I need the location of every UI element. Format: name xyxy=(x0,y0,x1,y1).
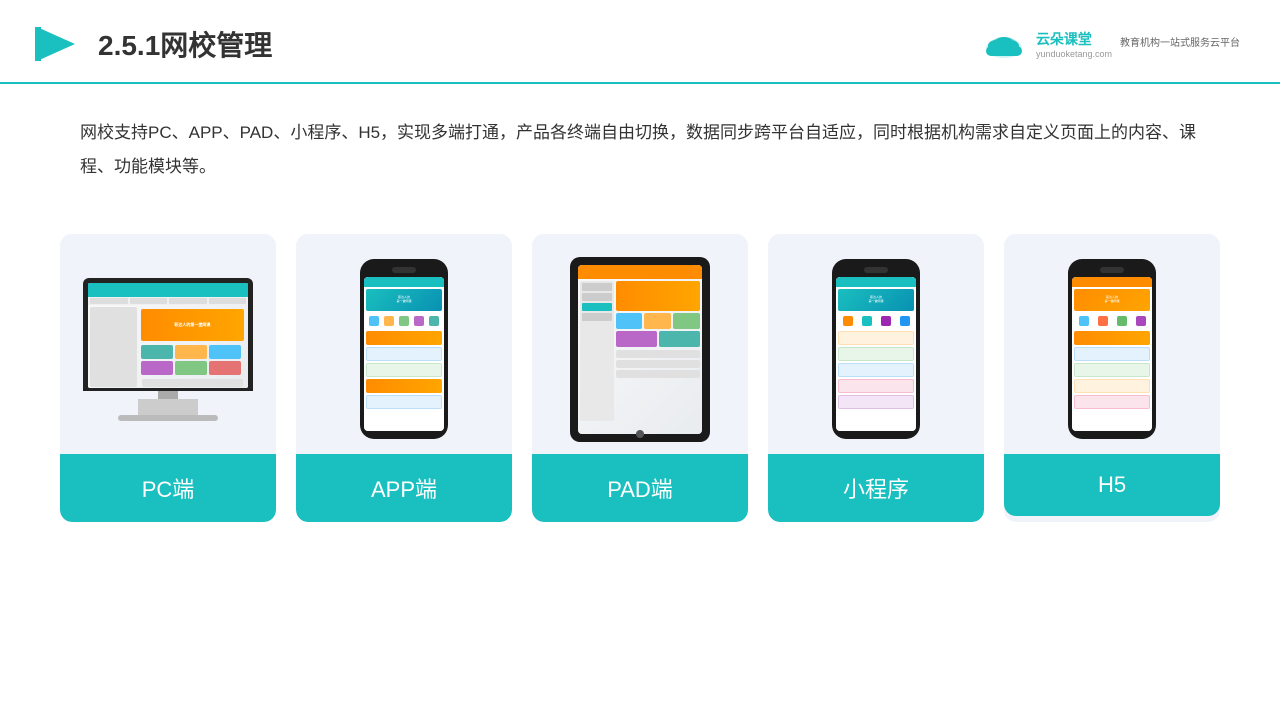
card-h5-image: 职达人的第一堂网课 xyxy=(1004,234,1220,454)
description-text: 网校支持PC、APP、PAD、小程序、H5，实现多端打通，产品各终端自由切换，数… xyxy=(0,84,1280,204)
card-pc-label: PC端 xyxy=(60,454,276,522)
card-miniprogram: 职达人的第一堂网课 xyxy=(768,234,984,522)
brand-logo: 云朵课堂 yunduoketang.com 教育机构一站式服务云平台 xyxy=(980,28,1240,60)
brand-slogan: 教育机构一站式服务云平台 xyxy=(1120,37,1240,51)
page-title: 2.5.1网校管理 xyxy=(98,24,272,64)
header-left: 2.5.1网校管理 xyxy=(30,18,272,70)
header: 2.5.1网校管理 云朵课堂 yunduoketang.com 教育机构一站式服… xyxy=(0,0,1280,84)
card-pc: 职达人的第一堂网课 xyxy=(60,234,276,522)
brand-text-group: 云朵课堂 yunduoketang.com xyxy=(1036,29,1112,59)
miniprogram-device: 职达人的第一堂网课 xyxy=(832,259,920,439)
card-h5-label: H5 xyxy=(1004,454,1220,516)
cloud-icon xyxy=(980,28,1028,60)
card-pad-label: PAD端 xyxy=(532,454,748,522)
card-app-image: 职达人的第一堂网课 xyxy=(296,234,512,454)
app-device: 职达人的第一堂网课 xyxy=(360,259,448,439)
brand-name-en: yunduoketang.com xyxy=(1036,49,1112,59)
card-app-label: APP端 xyxy=(296,454,512,522)
pad-device xyxy=(570,257,710,442)
pc-device: 职达人的第一堂网课 xyxy=(83,278,253,421)
card-miniprogram-image: 职达人的第一堂网课 xyxy=(768,234,984,454)
card-miniprogram-label: 小程序 xyxy=(768,454,984,522)
card-pc-image: 职达人的第一堂网课 xyxy=(60,234,276,454)
card-app: 职达人的第一堂网课 xyxy=(296,234,512,522)
brand-name-cn: 云朵课堂 xyxy=(1036,29,1112,49)
h5-device: 职达人的第一堂网课 xyxy=(1068,259,1156,439)
card-pad-image xyxy=(532,234,748,454)
card-h5: 职达人的第一堂网课 xyxy=(1004,234,1220,522)
card-pad: PAD端 xyxy=(532,234,748,522)
cards-container: 职达人的第一堂网课 xyxy=(0,214,1280,552)
logo-arrow xyxy=(30,18,82,70)
